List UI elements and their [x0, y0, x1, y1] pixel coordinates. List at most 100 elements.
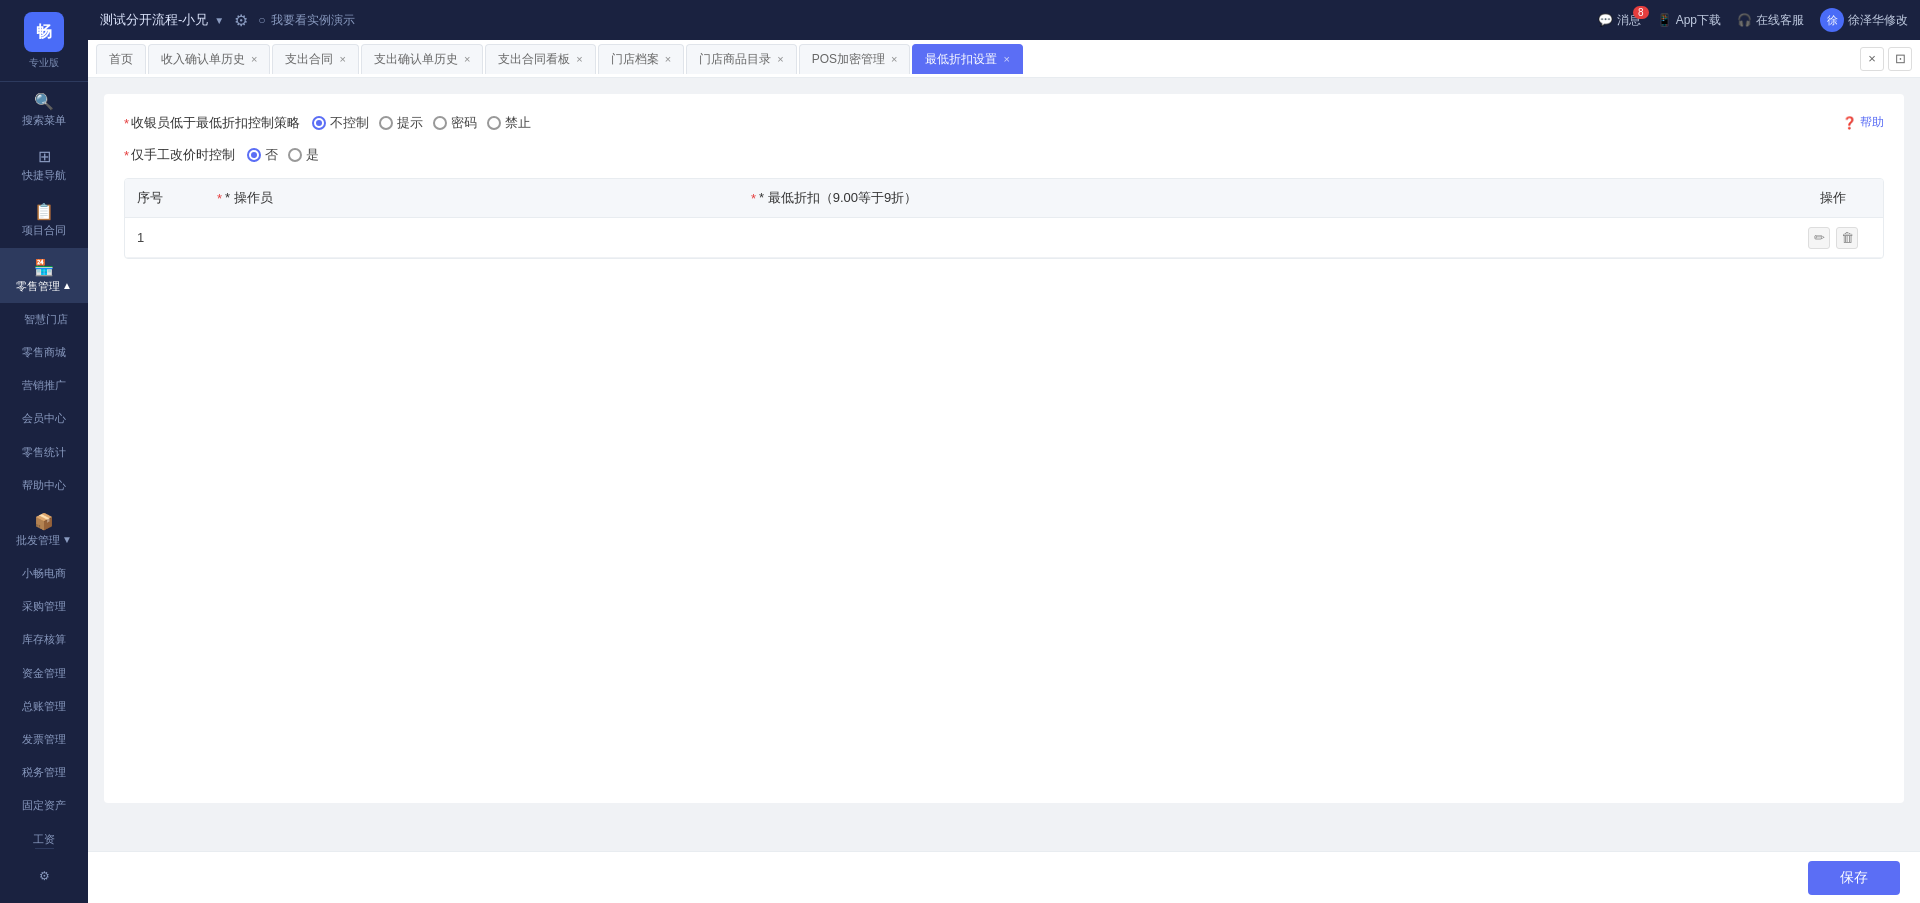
- help-link[interactable]: ❓ 帮助: [1842, 114, 1884, 131]
- app-download-button[interactable]: 📱 App下载: [1657, 12, 1721, 29]
- tab-label: POS加密管理: [812, 51, 885, 68]
- manual-yes[interactable]: 是: [288, 146, 319, 164]
- sidebar-item-help[interactable]: 帮助中心: [0, 469, 88, 502]
- sidebar-item-label: 帮助中心: [22, 479, 66, 492]
- policy-hint[interactable]: 提示: [379, 114, 423, 132]
- policy-label-text: 收银员低于最低折扣控制策略: [131, 114, 300, 132]
- sidebar-item-label: 小畅电商: [22, 567, 66, 580]
- tab-label: 最低折扣设置: [925, 51, 997, 68]
- sidebar-item-finance[interactable]: 资金管理: [0, 657, 88, 690]
- messages-button[interactable]: 💬 消息 8: [1598, 12, 1641, 29]
- project-selector[interactable]: 测试分开流程-小兄 ▼: [100, 11, 224, 29]
- sidebar-item-member[interactable]: 会员中心: [0, 402, 88, 435]
- sidebar-item-retail[interactable]: 🏪 零售管理 ▲: [0, 248, 88, 303]
- sidebar-item-label: 快捷导航: [22, 169, 66, 182]
- sidebar-item-label: 零售统计: [22, 446, 66, 459]
- maximize-button[interactable]: ⊡: [1888, 47, 1912, 71]
- footer: 保存: [88, 851, 1920, 903]
- radio-label: 提示: [397, 114, 423, 132]
- td-discount: [739, 230, 1783, 246]
- demo-link[interactable]: ○ 我要看实例演示: [258, 12, 354, 29]
- tab-contract[interactable]: 支出合同 ×: [272, 44, 358, 74]
- settings-icon[interactable]: ⚙: [234, 11, 248, 30]
- settings-button[interactable]: ⚙: [35, 859, 54, 893]
- sidebar-item-invoice[interactable]: 发票管理: [0, 723, 88, 756]
- tab-close-icon[interactable]: ×: [1003, 53, 1009, 65]
- tab-store-goods[interactable]: 门店商品目录 ×: [686, 44, 796, 74]
- tab-close-icon[interactable]: ×: [464, 53, 470, 65]
- sidebar-item-label: 采购管理: [22, 600, 66, 613]
- sidebar-item-ledger[interactable]: 总账管理: [0, 690, 88, 723]
- tab-income[interactable]: 收入确认单历史 ×: [148, 44, 270, 74]
- sidebar-item-retail-mall[interactable]: 零售商城: [0, 336, 88, 369]
- tab-label: 门店档案: [611, 51, 659, 68]
- wholesale-icon: 📦: [34, 512, 54, 531]
- policy-label: * 收银员低于最低折扣控制策略: [124, 114, 300, 132]
- sidebar-item-payroll[interactable]: 工资: [0, 823, 88, 848]
- tab-label: 收入确认单历史: [161, 51, 245, 68]
- tab-close-icon[interactable]: ×: [339, 53, 345, 65]
- search-icon: 🔍: [34, 92, 54, 111]
- td-operator: [205, 230, 739, 246]
- sidebar-item-quicknav[interactable]: ⊞ 快捷导航: [0, 137, 88, 192]
- td-action: ✏ 🗑: [1783, 219, 1883, 257]
- tab-close-icon[interactable]: ×: [251, 53, 257, 65]
- messages-badge: 8: [1633, 6, 1649, 19]
- manual-form-row: * 仅手工改价时控制 否 是: [124, 146, 1884, 164]
- tab-label: 支出合同: [285, 51, 333, 68]
- sidebar-bottom: ⚙: [35, 848, 54, 903]
- policy-password[interactable]: 密码: [433, 114, 477, 132]
- tab-contract-board[interactable]: 支出合同看板 ×: [485, 44, 595, 74]
- sidebar-item-contract[interactable]: 📋 项目合同: [0, 192, 88, 247]
- sidebar-item-label: 总账管理: [22, 700, 66, 713]
- tab-close-icon[interactable]: ×: [665, 53, 671, 65]
- close-tab-button[interactable]: ×: [1860, 47, 1884, 71]
- tab-label: 支出合同看板: [498, 51, 570, 68]
- tabbar: 首页 收入确认单历史 × 支出合同 × 支出确认单历史 × 支出合同看板 × 门…: [88, 40, 1920, 78]
- sidebar-item-retail-stats[interactable]: 零售统计: [0, 436, 88, 469]
- user-name: 徐泽华修改: [1848, 12, 1908, 29]
- online-service-button[interactable]: 🎧 在线客服: [1737, 12, 1804, 29]
- sidebar-item-label: 营销推广: [22, 379, 66, 392]
- td-seq: 1: [125, 222, 205, 253]
- chevron-down-icon: ▼: [214, 15, 224, 26]
- circle-icon: ○: [258, 13, 265, 27]
- sidebar-item-smart-store[interactable]: 智慧门店: [0, 303, 88, 336]
- th-operator: * * 操作员: [205, 179, 739, 217]
- sidebar-item-label: 库存核算: [22, 633, 66, 646]
- th-action: 操作: [1783, 179, 1883, 217]
- tab-home[interactable]: 首页: [96, 44, 146, 74]
- avatar: 徐: [1820, 8, 1844, 32]
- tab-close-icon[interactable]: ×: [777, 53, 783, 65]
- sidebar-item-label: 零售商城: [22, 346, 66, 359]
- tab-close-icon[interactable]: ×: [891, 53, 897, 65]
- tab-label: 门店商品目录: [699, 51, 771, 68]
- tab-min-discount[interactable]: 最低折扣设置 ×: [912, 44, 1022, 74]
- manual-no[interactable]: 否: [247, 146, 278, 164]
- message-icon: 💬: [1598, 13, 1613, 27]
- tab-store-file[interactable]: 门店档案 ×: [598, 44, 684, 74]
- sidebar-item-wholesale[interactable]: 📦 批发管理 ▼: [0, 502, 88, 557]
- sidebar-item-assets[interactable]: 固定资产: [0, 789, 88, 822]
- sidebar: 畅 专业版 🔍 搜索菜单 ⊞ 快捷导航 📋 项目合同 🏪 零售管理 ▲ 智慧门店…: [0, 0, 88, 903]
- logo-text: 专业版: [29, 56, 59, 69]
- sidebar-item-search[interactable]: 🔍 搜索菜单: [0, 82, 88, 137]
- sidebar-item-ecommerce[interactable]: 小畅电商: [0, 557, 88, 590]
- project-name: 测试分开流程-小兄: [100, 11, 208, 29]
- policy-ban[interactable]: 禁止: [487, 114, 531, 132]
- policy-no-control[interactable]: 不控制: [312, 114, 369, 132]
- user-menu[interactable]: 徐 徐泽华修改: [1820, 8, 1908, 32]
- tab-pos-password[interactable]: POS加密管理 ×: [799, 44, 911, 74]
- save-button[interactable]: 保存: [1808, 861, 1900, 895]
- tab-expense[interactable]: 支出确认单历史 ×: [361, 44, 483, 74]
- sidebar-item-purchase[interactable]: 采购管理: [0, 590, 88, 623]
- manual-label: * 仅手工改价时控制: [124, 146, 235, 164]
- sidebar-item-label: 批发管理 ▼: [16, 534, 72, 547]
- sidebar-item-tax[interactable]: 税务管理: [0, 756, 88, 789]
- delete-row-button[interactable]: 🗑: [1836, 227, 1858, 249]
- tab-close-icon[interactable]: ×: [576, 53, 582, 65]
- edit-row-button[interactable]: ✏: [1808, 227, 1830, 249]
- sidebar-item-label: 工资: [33, 833, 55, 846]
- sidebar-item-inventory[interactable]: 库存核算: [0, 623, 88, 656]
- sidebar-item-marketing[interactable]: 营销推广: [0, 369, 88, 402]
